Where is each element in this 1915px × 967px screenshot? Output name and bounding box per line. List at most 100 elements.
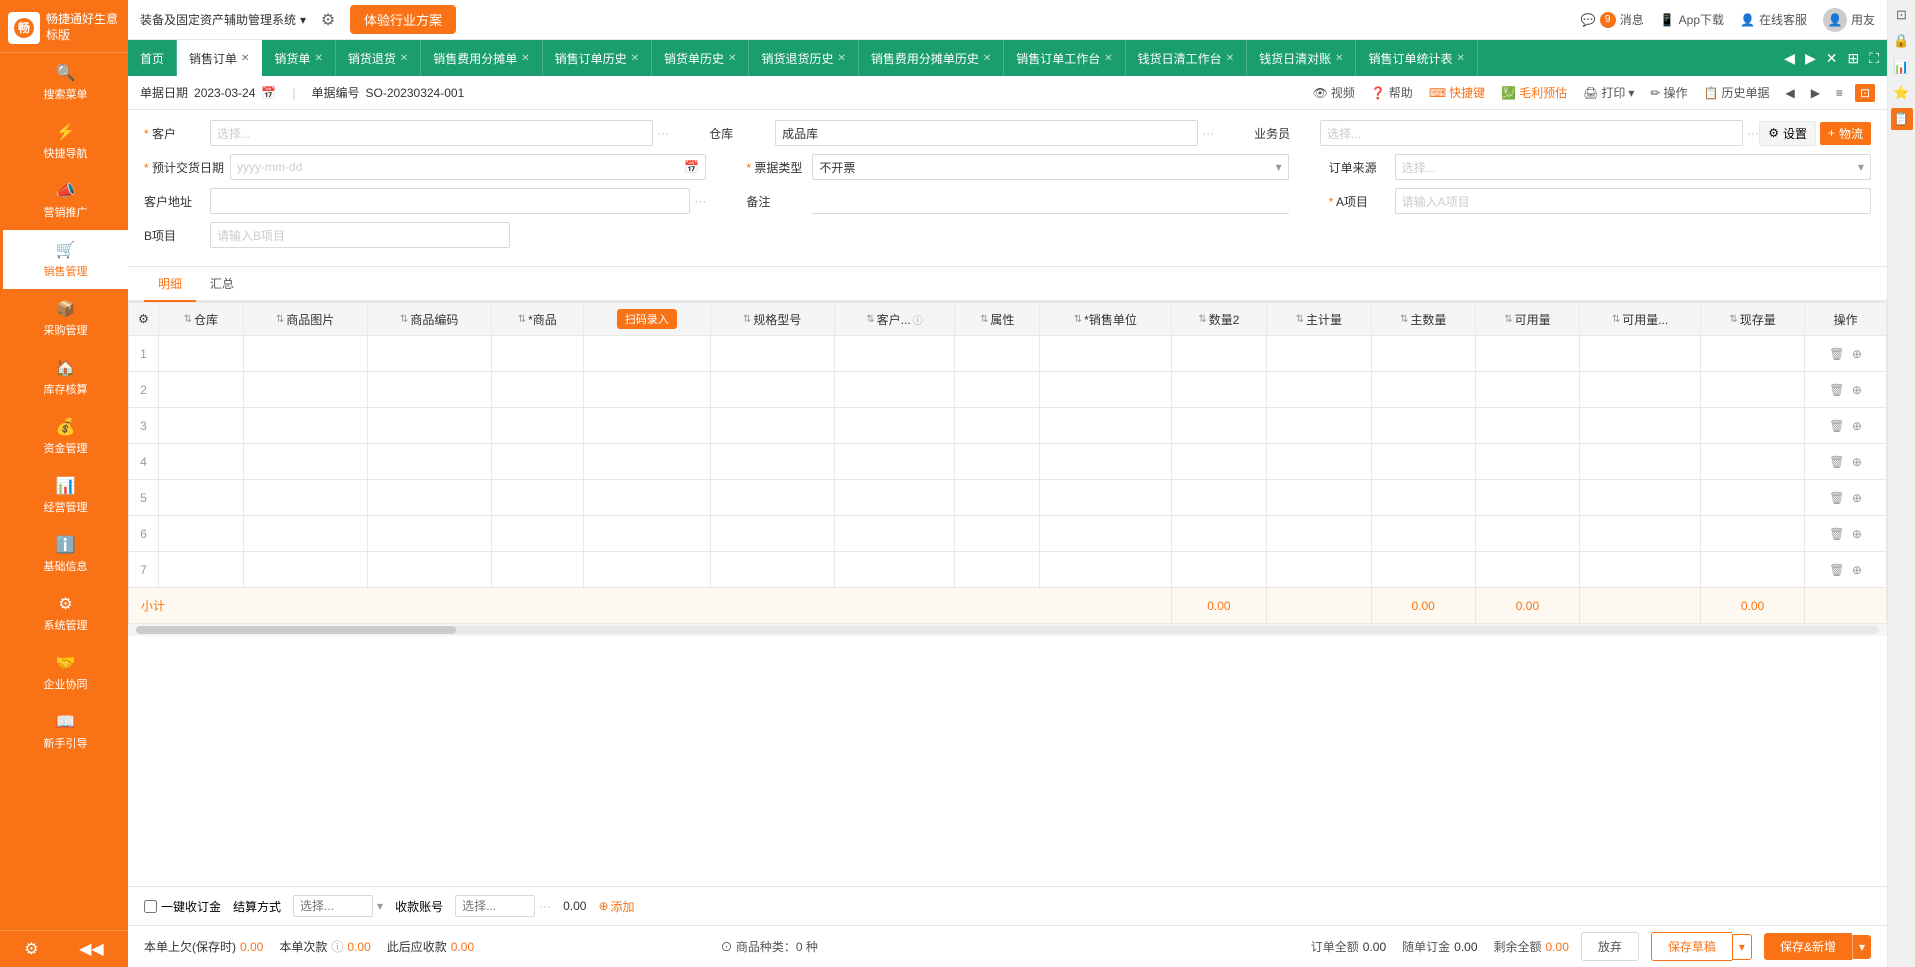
account-more-icon[interactable]: ··· (539, 899, 551, 913)
tab-summary[interactable]: 汇总 (196, 267, 248, 302)
customer-input[interactable]: 选择... (210, 120, 653, 146)
row-current[interactable] (1700, 552, 1804, 588)
right-panel-btn-1[interactable]: ⊡ (1891, 4, 1913, 26)
sidebar-item-inventory[interactable]: 🏠 库存核算 (0, 348, 128, 407)
save-new-arrow-btn[interactable]: ▾ (1852, 935, 1871, 959)
col-main-unit[interactable]: ⇅主计量 (1267, 303, 1371, 336)
sidebar-item-sales[interactable]: 🛒 销售管理 (0, 230, 128, 289)
row-qty2[interactable] (1171, 480, 1267, 516)
col-available2[interactable]: ⇅可用量... (1580, 303, 1701, 336)
right-panel-btn-2[interactable]: 🔒 (1891, 30, 1913, 52)
row-photo[interactable] (243, 444, 367, 480)
row-unit[interactable] (1039, 444, 1171, 480)
tab-close-icon[interactable]: ✕ (983, 53, 991, 64)
sidebar-item-collab[interactable]: 🤝 企业协同 (0, 643, 128, 702)
row-scan[interactable] (583, 408, 710, 444)
row-warehouse[interactable] (159, 552, 244, 588)
row-main-qty[interactable] (1371, 480, 1475, 516)
save-draft-btn[interactable]: 保存草稿 (1651, 932, 1732, 961)
sidebar-item-search[interactable]: 🔍 搜索菜单 (0, 53, 128, 112)
tab-sales-invoice[interactable]: 销货单 ✕ (262, 40, 335, 76)
row-spec[interactable] (710, 336, 834, 372)
delete-row-icon[interactable]: 🗑 (1829, 527, 1844, 541)
row-main-qty[interactable] (1371, 444, 1475, 480)
tab-expense-history[interactable]: 销售费用分摊单历史 ✕ (859, 40, 1004, 76)
row-main-qty[interactable] (1371, 516, 1475, 552)
tab-daily-reconcile[interactable]: 钱货日清对账 ✕ (1247, 40, 1356, 76)
row-spec[interactable] (710, 516, 834, 552)
row-qty2[interactable] (1171, 372, 1267, 408)
row-unit[interactable] (1039, 516, 1171, 552)
row-customer-data[interactable] (834, 552, 955, 588)
row-available[interactable] (1475, 336, 1579, 372)
view-btn[interactable]: 👁 视频 (1309, 82, 1359, 103)
row-available[interactable] (1475, 444, 1579, 480)
row-main-unit[interactable] (1267, 408, 1371, 444)
row-available[interactable] (1475, 516, 1579, 552)
row-scan[interactable] (583, 480, 710, 516)
row-main-qty[interactable] (1371, 336, 1475, 372)
prev-record-icon[interactable]: ◀ (1781, 84, 1798, 102)
profit-btn[interactable]: 💹 毛利预估 (1497, 82, 1571, 103)
row-warehouse[interactable] (159, 444, 244, 480)
col-attr[interactable]: ⇅属性 (955, 303, 1040, 336)
tab-more-icon[interactable]: ✕ (1822, 48, 1842, 69)
row-customer-data[interactable] (834, 480, 955, 516)
col-goods[interactable]: ⇅*商品 (491, 303, 583, 336)
note-input[interactable] (812, 188, 1288, 214)
row-code[interactable] (367, 444, 491, 480)
sidebar-item-guide[interactable]: 📖 新手引导 (0, 702, 128, 761)
add-footer-btn[interactable]: ⊕ 添加 (598, 898, 634, 915)
delivery-input[interactable]: yyyy-mm-dd 📅 (230, 154, 706, 180)
row-goods[interactable] (491, 516, 583, 552)
row-current[interactable] (1700, 516, 1804, 552)
action-btn[interactable]: ✏ 操作 (1646, 82, 1691, 103)
tab-sales-return[interactable]: 销货退货 ✕ (336, 40, 421, 76)
collapse-icon[interactable]: ◀◀ (79, 939, 104, 959)
row-available2[interactable] (1580, 480, 1701, 516)
tab-close-icon[interactable]: ✕ (521, 53, 529, 64)
row-scan[interactable] (583, 516, 710, 552)
row-unit[interactable] (1039, 480, 1171, 516)
col-qty2[interactable]: ⇅数量2 (1171, 303, 1267, 336)
account-input[interactable] (455, 895, 535, 917)
row-customer-data[interactable] (834, 516, 955, 552)
row-code[interactable] (367, 552, 491, 588)
tab-close-icon[interactable]: ✕ (1226, 53, 1234, 64)
sidebar-item-finance[interactable]: 💰 资金管理 (0, 407, 128, 466)
sidebar-item-system[interactable]: ⚙ 系统管理 (0, 584, 128, 643)
row-goods[interactable] (491, 444, 583, 480)
row-main-qty[interactable] (1371, 408, 1475, 444)
system-title[interactable]: 装备及固定资产辅助管理系统 ▾ (140, 11, 306, 28)
tab-sales-workbench[interactable]: 销售订单工作台 ✕ (1004, 40, 1125, 76)
row-current[interactable] (1700, 444, 1804, 480)
row-current[interactable] (1700, 408, 1804, 444)
row-attr[interactable] (955, 408, 1040, 444)
copy-row-icon[interactable]: ⊕ (1852, 347, 1862, 361)
row-warehouse[interactable] (159, 408, 244, 444)
row-warehouse[interactable] (159, 516, 244, 552)
row-attr[interactable] (955, 552, 1040, 588)
row-goods[interactable] (491, 336, 583, 372)
tab-sales-stat[interactable]: 销售订单统计表 ✕ (1356, 40, 1477, 76)
row-qty2[interactable] (1171, 516, 1267, 552)
row-code[interactable] (367, 516, 491, 552)
row-spec[interactable] (710, 480, 834, 516)
date-value[interactable]: 2023-03-24 (194, 86, 255, 100)
tab-fullscreen-icon[interactable]: ⛶ (1865, 48, 1883, 69)
tab-close-icon[interactable]: ✕ (1104, 53, 1112, 64)
row-available2[interactable] (1580, 444, 1701, 480)
row-photo[interactable] (243, 552, 367, 588)
delete-row-icon[interactable]: 🗑 (1829, 419, 1844, 433)
row-spec[interactable] (710, 444, 834, 480)
row-customer-data[interactable] (834, 444, 955, 480)
row-photo[interactable] (243, 480, 367, 516)
shortcut-btn[interactable]: ⌨ 快捷键 (1425, 82, 1489, 103)
history-btn[interactable]: 📋 历史单据 (1699, 82, 1773, 103)
print-btn[interactable]: 🖨 打印 ▾ (1579, 82, 1638, 103)
tab-close-icon[interactable]: ✕ (400, 53, 408, 64)
next-record-icon[interactable]: ▶ (1807, 84, 1824, 102)
scan-input-btn[interactable]: 扫码录入 (617, 309, 677, 329)
row-main-unit[interactable] (1267, 372, 1371, 408)
row-main-unit[interactable] (1267, 552, 1371, 588)
